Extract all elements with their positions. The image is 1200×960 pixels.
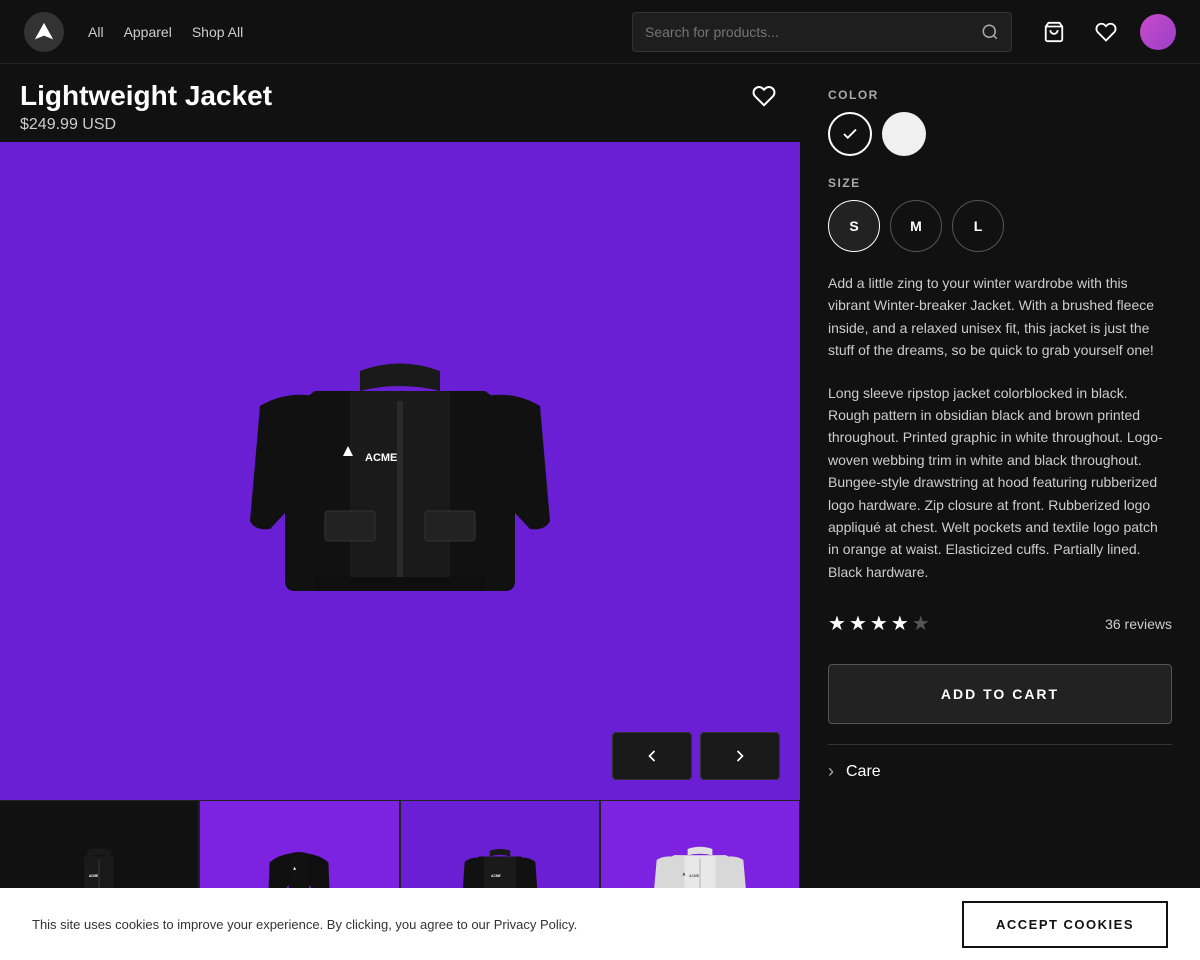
size-section: SIZE S M L — [828, 176, 1172, 252]
prev-image-button[interactable] — [612, 732, 692, 780]
size-label: SIZE — [828, 176, 1172, 190]
product-title: Lightweight Jacket — [20, 80, 272, 112]
review-count: 36 reviews — [1105, 616, 1172, 632]
product-price: $249.99 USD — [20, 116, 272, 134]
star-1: ★ — [828, 611, 846, 636]
color-section: COLOR — [828, 88, 1172, 156]
add-to-cart-button[interactable]: ADD TO CART — [828, 664, 1172, 724]
nav-shop-all[interactable]: Shop All — [192, 24, 243, 40]
nav-apparel[interactable]: Apparel — [124, 24, 172, 40]
size-options: S M L — [828, 200, 1172, 252]
product-title-block: Lightweight Jacket $249.99 USD — [20, 80, 272, 134]
left-panel: Lightweight Jacket $249.99 USD — [0, 64, 800, 960]
search-icon — [981, 23, 999, 41]
svg-text:ACME: ACME — [365, 452, 397, 464]
product-image: ACME — [230, 261, 570, 681]
star-4: ★ — [891, 611, 909, 636]
product-image-area: ACME — [0, 142, 800, 800]
color-label: COLOR — [828, 88, 1172, 102]
header: All Apparel Shop All — [0, 0, 1200, 64]
color-white[interactable] — [882, 112, 926, 156]
cookie-banner: This site uses cookies to improve your e… — [0, 888, 1200, 960]
chevron-left-icon — [642, 746, 662, 766]
main-nav: All Apparel Shop All — [88, 24, 243, 40]
care-chevron-icon: › — [828, 761, 834, 782]
heart-header-icon — [1095, 21, 1117, 43]
search-input[interactable] — [645, 24, 981, 40]
right-panel: COLOR SIZE S M L Add a little zing to yo… — [800, 64, 1200, 960]
size-s[interactable]: S — [828, 200, 880, 252]
care-label: Care — [846, 763, 881, 781]
accept-cookies-button[interactable]: ACCEPT COOKIES — [962, 901, 1168, 948]
cookie-text: This site uses cookies to improve your e… — [32, 917, 577, 932]
search-bar — [632, 12, 1012, 52]
care-accordion[interactable]: › Care — [828, 744, 1172, 798]
product-header: Lightweight Jacket $249.99 USD — [0, 64, 800, 142]
nav-arrows — [612, 732, 780, 780]
svg-text:ACME: ACME — [689, 874, 700, 878]
main-content: Lightweight Jacket $249.99 USD — [0, 64, 1200, 960]
header-actions — [1036, 14, 1176, 50]
search-button[interactable] — [981, 23, 999, 41]
next-image-button[interactable] — [700, 732, 780, 780]
star-2: ★ — [849, 611, 867, 636]
reviews-row: ★ ★ ★ ★ ★ 36 reviews — [828, 611, 1172, 636]
heart-icon — [752, 84, 776, 108]
cart-icon — [1043, 21, 1065, 43]
star-5: ★ — [912, 611, 930, 636]
color-black[interactable] — [828, 112, 872, 156]
svg-text:ACME: ACME — [491, 874, 501, 878]
description-1: Add a little zing to your winter wardrob… — [828, 272, 1172, 362]
nav-all[interactable]: All — [88, 24, 104, 40]
cart-button[interactable] — [1036, 14, 1072, 50]
size-m[interactable]: M — [890, 200, 942, 252]
wishlist-button[interactable] — [748, 80, 780, 115]
chevron-right-icon — [730, 746, 750, 766]
wishlist-header-button[interactable] — [1088, 14, 1124, 50]
svg-text:ACME: ACME — [89, 874, 99, 878]
checkmark-icon — [841, 125, 859, 143]
star-3: ★ — [870, 611, 888, 636]
size-l[interactable]: L — [952, 200, 1004, 252]
description-2: Long sleeve ripstop jacket colorblocked … — [828, 382, 1172, 584]
account-avatar[interactable] — [1140, 14, 1176, 50]
color-options — [828, 112, 1172, 156]
logo-icon — [33, 21, 55, 43]
logo[interactable] — [24, 12, 64, 52]
star-rating: ★ ★ ★ ★ ★ — [828, 611, 930, 636]
